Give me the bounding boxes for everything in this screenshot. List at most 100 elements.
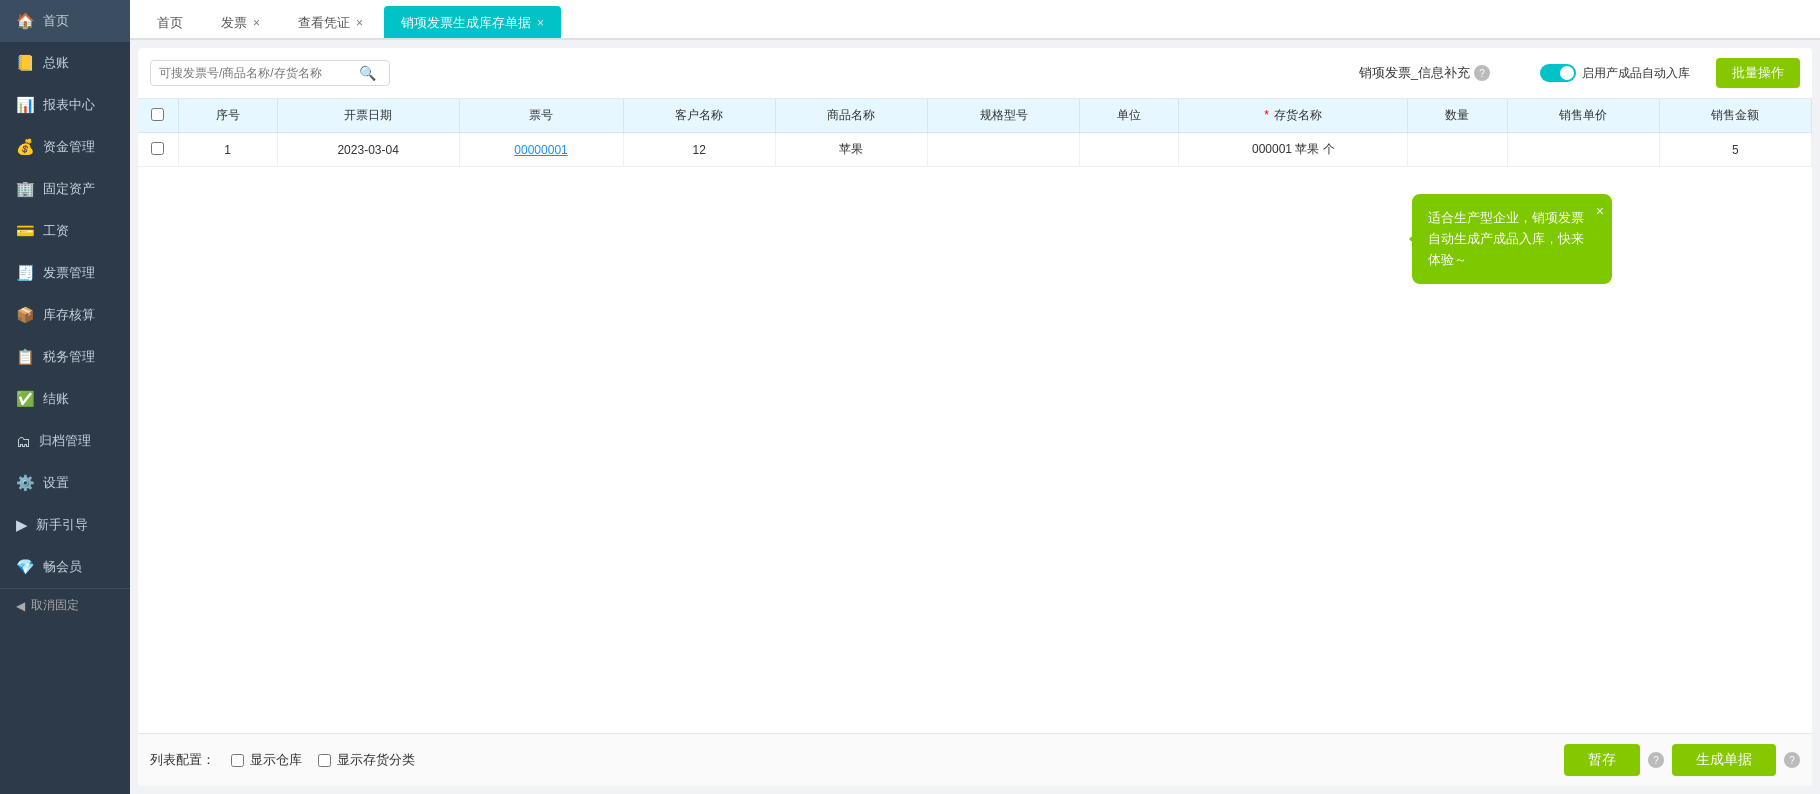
fund-icon: 💰 xyxy=(16,138,35,156)
search-icon: 🔍 xyxy=(359,65,376,81)
tab-home[interactable]: 首页 xyxy=(140,6,200,38)
generate-help-icon[interactable]: ? xyxy=(1784,752,1800,768)
row-customer: 12 xyxy=(623,133,775,167)
row-checkbox[interactable] xyxy=(151,142,164,155)
sidebar-item-label: 报表中心 xyxy=(43,96,95,114)
sidebar-item-tax[interactable]: 📋 税务管理 xyxy=(0,336,130,378)
show-category-label: 显示存货分类 xyxy=(337,751,415,769)
sidebar-item-ledger[interactable]: 📒 总账 xyxy=(0,42,130,84)
sidebar-item-label: 结账 xyxy=(43,390,69,408)
row-date: 2023-03-04 xyxy=(277,133,459,167)
toolbar: 🔍 销项发票_信息补充 ? 启用产成品自动入库 批量操作 xyxy=(138,48,1812,99)
table-header-row: 序号 开票日期 票号 客户名称 商品名称 规格型号 单位 * 存货名称 数量 销… xyxy=(138,99,1812,133)
tab-stockbill-label: 销项发票生成库存单据 xyxy=(401,14,531,32)
sidebar: 🏠 首页 📒 总账 📊 报表中心 💰 资金管理 🏢 固定资产 💳 工资 🧾 发票… xyxy=(0,0,130,794)
settings-icon: ⚙️ xyxy=(16,474,35,492)
sidebar-item-label: 库存核算 xyxy=(43,306,95,324)
inventory-icon: 📦 xyxy=(16,306,35,324)
tab-home-label: 首页 xyxy=(157,14,183,32)
sidebar-item-label: 新手引导 xyxy=(36,516,88,534)
info-label: 销项发票_信息补充 ? xyxy=(1359,64,1490,82)
col-product: 商品名称 xyxy=(775,99,927,133)
tab-stockbill-close[interactable]: × xyxy=(537,16,544,30)
generate-button[interactable]: 生成单据 xyxy=(1672,744,1776,776)
sidebar-item-label: 首页 xyxy=(43,12,69,30)
show-category-group: 显示存货分类 xyxy=(318,751,415,769)
checkout-icon: ✅ xyxy=(16,390,35,408)
tax-icon: 📋 xyxy=(16,348,35,366)
save-help-icon[interactable]: ? xyxy=(1648,752,1664,768)
row-ticket-no[interactable]: 00000001 xyxy=(459,133,623,167)
pin-label: 取消固定 xyxy=(31,597,79,614)
help-icon[interactable]: ? xyxy=(1474,65,1490,81)
search-box[interactable]: 🔍 xyxy=(150,60,390,86)
save-button[interactable]: 暂存 xyxy=(1564,744,1640,776)
col-qty: 数量 xyxy=(1408,99,1507,133)
table-container: 序号 开票日期 票号 客户名称 商品名称 规格型号 单位 * 存货名称 数量 销… xyxy=(138,99,1812,733)
sidebar-item-label: 资金管理 xyxy=(43,138,95,156)
footer-actions: 暂存 ? 生成单据 ? xyxy=(1564,744,1800,776)
row-spec xyxy=(928,133,1080,167)
home-icon: 🏠 xyxy=(16,12,35,30)
tooltip-text: 适合生产型企业，销项发票自动生成产成品入库，快来体验～ xyxy=(1428,210,1584,267)
pin-button[interactable]: ◀ 取消固定 xyxy=(0,588,130,622)
sidebar-item-vip[interactable]: 💎 畅会员 xyxy=(0,546,130,588)
sidebar-item-fund[interactable]: 💰 资金管理 xyxy=(0,126,130,168)
invoice-icon: 🧾 xyxy=(16,264,35,282)
col-ticket-no: 票号 xyxy=(459,99,623,133)
tooltip-close-button[interactable]: × xyxy=(1596,200,1604,222)
row-qty xyxy=(1408,133,1507,167)
row-inventory: 000001 苹果 个 xyxy=(1179,133,1408,167)
guide-icon: ▶ xyxy=(16,516,28,534)
sidebar-item-label: 发票管理 xyxy=(43,264,95,282)
show-warehouse-label: 显示仓库 xyxy=(250,751,302,769)
data-table: 序号 开票日期 票号 客户名称 商品名称 规格型号 单位 * 存货名称 数量 销… xyxy=(138,99,1812,167)
sidebar-item-settings[interactable]: ⚙️ 设置 xyxy=(0,462,130,504)
toggle-knob xyxy=(1560,66,1574,80)
sidebar-item-label: 固定资产 xyxy=(43,180,95,198)
tab-invoice-close[interactable]: × xyxy=(253,16,260,30)
sidebar-item-asset[interactable]: 🏢 固定资产 xyxy=(0,168,130,210)
list-config-label: 列表配置： xyxy=(150,751,215,769)
col-date: 开票日期 xyxy=(277,99,459,133)
tab-invoice[interactable]: 发票 × xyxy=(204,6,277,38)
tab-voucher[interactable]: 查看凭证 × xyxy=(281,6,380,38)
archive-icon: 🗂 xyxy=(16,433,31,450)
row-price xyxy=(1507,133,1659,167)
search-input[interactable] xyxy=(159,66,359,80)
table-body: 1 2023-03-04 00000001 12 苹果 000001 苹果 个 … xyxy=(138,133,1812,167)
sidebar-item-label: 工资 xyxy=(43,222,69,240)
sidebar-item-salary[interactable]: 💳 工资 xyxy=(0,210,130,252)
show-category-checkbox[interactable] xyxy=(318,754,331,767)
row-checkbox-cell xyxy=(138,133,178,167)
sidebar-item-inventory[interactable]: 📦 库存核算 xyxy=(0,294,130,336)
row-product: 苹果 xyxy=(775,133,927,167)
footer-bar: 列表配置： 显示仓库 显示存货分类 暂存 ? 生成单据 ? xyxy=(138,733,1812,786)
col-checkbox xyxy=(138,99,178,133)
select-all-checkbox[interactable] xyxy=(151,108,164,121)
tab-voucher-close[interactable]: × xyxy=(356,16,363,30)
col-unit: 单位 xyxy=(1080,99,1179,133)
col-seq: 序号 xyxy=(178,99,277,133)
col-spec: 规格型号 xyxy=(928,99,1080,133)
sidebar-item-label: 设置 xyxy=(43,474,69,492)
sidebar-item-label: 归档管理 xyxy=(39,432,91,450)
tab-voucher-label: 查看凭证 xyxy=(298,14,350,32)
auto-warehouse-toggle[interactable] xyxy=(1540,64,1576,82)
row-unit xyxy=(1080,133,1179,167)
tooltip-popup: × 适合生产型企业，销项发票自动生成产成品入库，快来体验～ xyxy=(1412,194,1612,284)
sidebar-item-archive[interactable]: 🗂 归档管理 xyxy=(0,420,130,462)
sidebar-item-report[interactable]: 📊 报表中心 xyxy=(0,84,130,126)
salary-icon: 💳 xyxy=(16,222,35,240)
ledger-icon: 📒 xyxy=(16,54,35,72)
sidebar-item-label: 税务管理 xyxy=(43,348,95,366)
col-inventory: * 存货名称 xyxy=(1179,99,1408,133)
sidebar-item-label: 总账 xyxy=(43,54,69,72)
batch-button[interactable]: 批量操作 xyxy=(1716,58,1800,88)
sidebar-item-invoice[interactable]: 🧾 发票管理 xyxy=(0,252,130,294)
sidebar-item-guide[interactable]: ▶ 新手引导 xyxy=(0,504,130,546)
tab-stockbill[interactable]: 销项发票生成库存单据 × xyxy=(384,6,561,38)
sidebar-item-checkout[interactable]: ✅ 结账 xyxy=(0,378,130,420)
show-warehouse-checkbox[interactable] xyxy=(231,754,244,767)
sidebar-item-home[interactable]: 🏠 首页 xyxy=(0,0,130,42)
